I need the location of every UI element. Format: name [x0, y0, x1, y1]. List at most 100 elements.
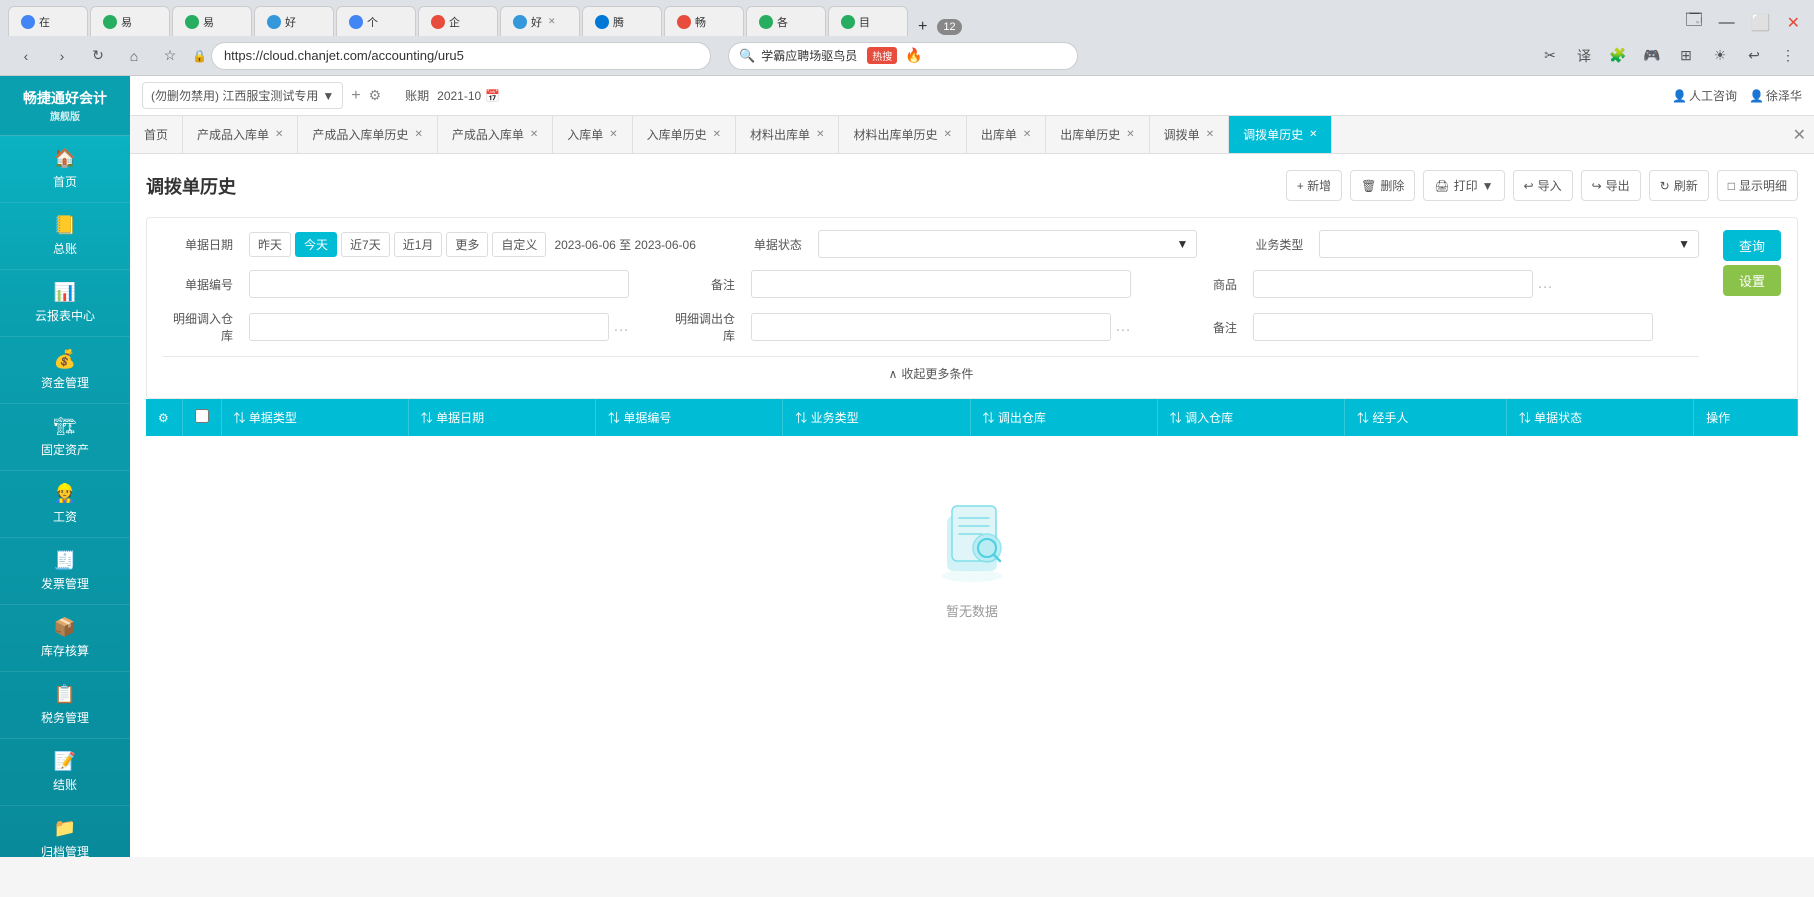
- date-btn-more[interactable]: 更多: [446, 232, 488, 257]
- close-tab-outbound[interactable]: ✕: [1023, 129, 1031, 140]
- browser-tab-9[interactable]: 各: [746, 6, 826, 36]
- tab-product-inbound-history[interactable]: 产成品入库单历史 ✕: [298, 116, 437, 153]
- close-tab-inbound-history[interactable]: ✕: [713, 129, 721, 140]
- tab-home[interactable]: 首页: [130, 116, 183, 153]
- tab-transfer[interactable]: 调拨单 ✕: [1150, 116, 1229, 153]
- close-all-tabs-btn[interactable]: ✕: [1785, 125, 1814, 145]
- tab-inbound[interactable]: 入库单 ✕: [553, 116, 632, 153]
- sidebar-item-home[interactable]: 🏠 首页: [0, 136, 130, 203]
- delete-btn[interactable]: 🗑 删除: [1350, 170, 1415, 201]
- tab-material-outbound-history[interactable]: 材料出库单历史 ✕: [839, 116, 966, 153]
- user-btn[interactable]: 👤 徐泽华: [1749, 87, 1802, 104]
- date-btn-today[interactable]: 今天: [295, 232, 337, 257]
- back-btn[interactable]: ‹: [12, 42, 40, 70]
- sidebar-item-payroll[interactable]: 👷 工资: [0, 471, 130, 538]
- address-input[interactable]: [211, 42, 711, 70]
- date-btn-yesterday[interactable]: 昨天: [249, 232, 291, 257]
- close-tab-transfer[interactable]: ✕: [1206, 129, 1214, 140]
- home-btn[interactable]: ⌂: [120, 42, 148, 70]
- page-refresh-btn[interactable]: ↻ 刷新: [1649, 170, 1709, 201]
- date-btn-7days[interactable]: 近7天: [341, 232, 390, 257]
- sidebar-item-reports[interactable]: 📊 云报表中心: [0, 270, 130, 337]
- filter-settings-btn[interactable]: 设置: [1723, 265, 1781, 296]
- sidebar-item-tax[interactable]: 📋 税务管理: [0, 672, 130, 739]
- undo-btn[interactable]: ↩: [1740, 42, 1768, 70]
- browser-tab-4[interactable]: 个: [336, 6, 416, 36]
- import-btn[interactable]: ↩ 导入: [1513, 170, 1573, 201]
- new-btn[interactable]: + 新增: [1286, 170, 1342, 201]
- goods-input[interactable]: [1253, 270, 1533, 298]
- browser-tab-3[interactable]: 好: [254, 6, 334, 36]
- calendar-icon[interactable]: 📅: [485, 89, 500, 103]
- biz-type-select[interactable]: ▼: [1319, 230, 1699, 258]
- print-btn[interactable]: 🖨 打印 ▼: [1423, 170, 1504, 201]
- tab-product-inbound[interactable]: 产成品入库单 ✕: [183, 116, 298, 153]
- query-btn[interactable]: 查询: [1723, 230, 1781, 261]
- browser-tab-5[interactable]: 企: [418, 6, 498, 36]
- export-btn[interactable]: ↪ 导出: [1581, 170, 1641, 201]
- close-tab-material-outbound[interactable]: ✕: [816, 129, 824, 140]
- service-btn[interactable]: 👤 人工咨询: [1672, 87, 1737, 104]
- detail-in-input[interactable]: [249, 313, 609, 341]
- date-btn-custom[interactable]: 自定义: [492, 232, 546, 257]
- detail-out-more-btn[interactable]: …: [1115, 318, 1131, 336]
- gaming-btn[interactable]: 🎮: [1638, 42, 1666, 70]
- sidebar-item-ledger[interactable]: 📒 总账: [0, 203, 130, 270]
- close-tab-outbound-history[interactable]: ✕: [1126, 129, 1134, 140]
- th-in[interactable]: ⇅ 调入仓库: [1157, 399, 1344, 436]
- theme-btn[interactable]: ☀: [1706, 42, 1734, 70]
- th-checkbox[interactable]: [182, 399, 221, 436]
- voucher-no-input[interactable]: [249, 270, 629, 298]
- th-type[interactable]: ⇅ 单据类型: [221, 399, 408, 436]
- goods-more-btn[interactable]: …: [1537, 275, 1553, 293]
- close-tab-inbound[interactable]: ✕: [609, 129, 617, 140]
- browser-tab-1[interactable]: 易: [90, 6, 170, 36]
- new-tab-btn[interactable]: +: [914, 18, 931, 36]
- sidebar-item-archive[interactable]: 📁 归档管理: [0, 806, 130, 857]
- sidebar-item-funds[interactable]: 💰 资金管理: [0, 337, 130, 404]
- tab-material-outbound[interactable]: 材料出库单 ✕: [736, 116, 839, 153]
- apps-btn[interactable]: ⊞: [1672, 42, 1700, 70]
- th-status[interactable]: ⇅ 单据状态: [1506, 399, 1693, 436]
- th-settings[interactable]: ⚙: [146, 399, 182, 436]
- browser-tab-8[interactable]: 畅: [664, 6, 744, 36]
- th-date[interactable]: ⇅ 单据日期: [408, 399, 595, 436]
- display-detail-btn[interactable]: □ 显示明细: [1717, 170, 1798, 201]
- browser-tab-0[interactable]: 在: [8, 6, 88, 36]
- close-tab-material-outbound-history[interactable]: ✕: [943, 129, 951, 140]
- settings-top-btn[interactable]: ⚙: [369, 87, 382, 104]
- refresh-browser-btn[interactable]: ↻: [84, 42, 112, 70]
- scissors-btn[interactable]: ✂: [1536, 42, 1564, 70]
- tab-inbound-history[interactable]: 入库单历史 ✕: [633, 116, 736, 153]
- window-maximize-btn[interactable]: ⬜: [1745, 13, 1777, 33]
- close-tab-product-inbound2[interactable]: ✕: [530, 129, 538, 140]
- extension-btn[interactable]: 🧩: [1604, 42, 1632, 70]
- remark2-input[interactable]: [1253, 313, 1653, 341]
- tab-product-inbound2[interactable]: 产成品入库单 ✕: [438, 116, 553, 153]
- bookmark-btn[interactable]: ☆: [156, 42, 184, 70]
- close-tab-product-inbound-history[interactable]: ✕: [414, 129, 422, 140]
- window-minimize-btn[interactable]: —: [1713, 14, 1741, 32]
- detail-in-more-btn[interactable]: …: [613, 318, 629, 336]
- close-tab-transfer-history[interactable]: ✕: [1309, 129, 1317, 140]
- close-tab-product-inbound[interactable]: ✕: [275, 129, 283, 140]
- detail-out-input[interactable]: [751, 313, 1111, 341]
- sidebar-item-closing[interactable]: 📝 结账: [0, 739, 130, 806]
- date-btn-1month[interactable]: 近1月: [394, 232, 443, 257]
- company-selector[interactable]: (勿删勿禁用) 江西服宝测试专用 ▼: [142, 82, 343, 109]
- th-out[interactable]: ⇅ 调出仓库: [970, 399, 1157, 436]
- select-all-checkbox[interactable]: [195, 409, 209, 423]
- th-biz[interactable]: ⇅ 业务类型: [783, 399, 970, 436]
- tab-outbound[interactable]: 出库单 ✕: [967, 116, 1046, 153]
- th-handler[interactable]: ⇅ 经手人: [1345, 399, 1507, 436]
- menu-btn[interactable]: ⋮: [1774, 42, 1802, 70]
- translate-btn[interactable]: 译: [1570, 42, 1598, 70]
- tab-transfer-history[interactable]: 调拨单历史 ✕: [1229, 116, 1332, 153]
- collapse-btn[interactable]: ∧ 收起更多条件: [163, 356, 1699, 386]
- sidebar-item-inventory[interactable]: 📦 库存核算: [0, 605, 130, 672]
- status-select[interactable]: ▼: [818, 230, 1198, 258]
- browser-tab-10[interactable]: 目: [828, 6, 908, 36]
- forward-btn[interactable]: ›: [48, 42, 76, 70]
- sidebar-item-invoice[interactable]: 🧾 发票管理: [0, 538, 130, 605]
- browser-tab-6[interactable]: 好 ✕: [500, 6, 580, 36]
